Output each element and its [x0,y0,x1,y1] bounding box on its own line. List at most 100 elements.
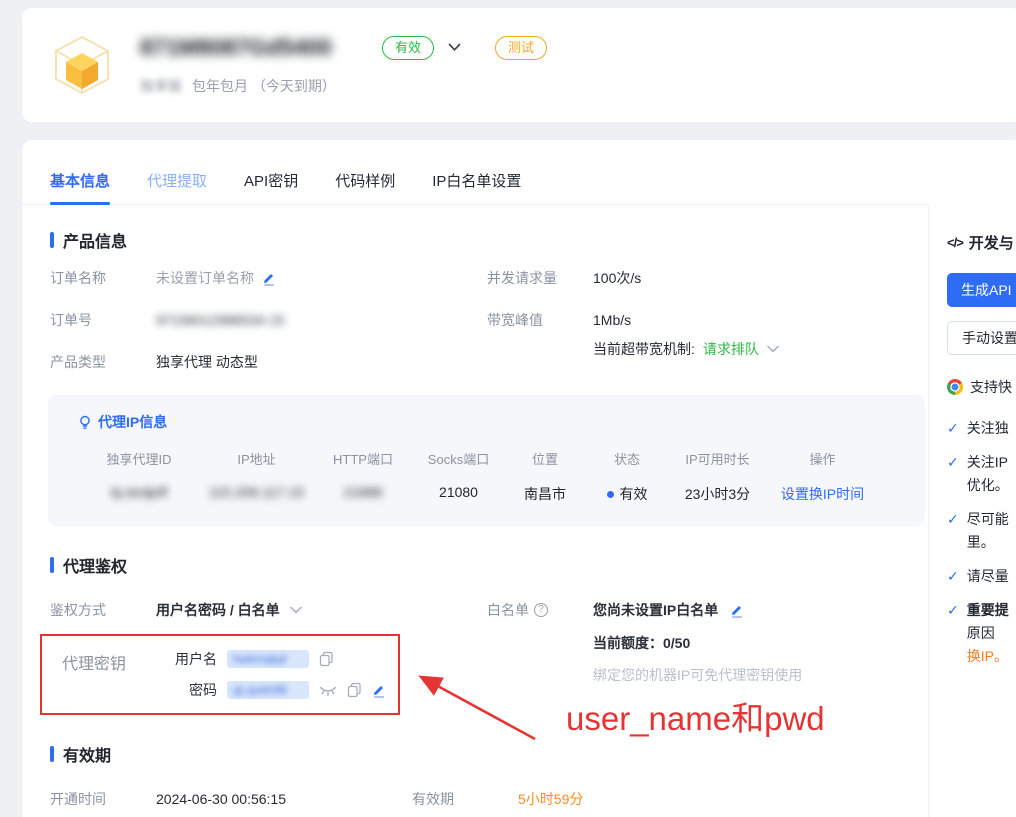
code-brackets-icon: </> [947,235,963,250]
section-bar [50,557,54,573]
field-label: 并发请求量 [487,269,593,287]
dev-sidebar: </> 开发与 生成API 手动设置 支持快 ✓ 关注独 ✓ 关注IP优化。 ✓… [928,206,1016,817]
toggle-password-visibility-icon[interactable] [319,684,337,696]
sidebar-title: 开发与 [969,232,1014,253]
whitelist-quota: 当前额度：0/50 [593,633,802,653]
start-time-label: 开通时间 [50,789,156,809]
check-icon: ✓ [947,599,959,668]
edit-whitelist-icon[interactable] [730,603,744,618]
bandwidth-value: 1Mb/s [593,312,631,328]
col-status: 状态 [586,449,668,468]
remaining-label: 有效期 [412,789,518,809]
col-socks-port: Socks端口 [413,449,504,468]
proxy-ip-table: 独享代理ID IP地址 HTTP端口 Socks端口 位置 状态 IP可用时长 … [78,449,878,504]
proxy-id-masked: bj-dzdjeff [111,484,168,500]
tab-api-key[interactable]: API密钥 [244,170,298,191]
status-badge: 有效 [382,36,434,60]
set-ip-rotation-link[interactable]: 设置换IP时间 [781,486,864,502]
password-value-masked: qLxjvkh96 [227,681,309,699]
tip-item: ✓ 关注独 [947,417,1016,440]
annotation-arrow [405,663,550,748]
field-label: 带宽峰值 [487,311,593,329]
remaining-value: 5小时59分 [518,789,583,809]
tab-ip-whitelist[interactable]: IP白名单设置 [432,170,521,191]
proxy-secret-label: 代理密钥 [62,648,169,701]
tip-item: ✓ 请尽量 [947,565,1016,588]
manual-setup-button[interactable]: 手动设置 [947,321,1016,355]
copy-username-icon[interactable] [319,651,334,667]
field-concurrency: 并发请求量 100次/s [487,269,779,287]
section-validity: 有效期 开通时间 2024-06-30 00:56:15 有效期 5小时59分 [50,745,928,809]
product-fields-right: 并发请求量 100次/s 带宽峰值 1Mb/s 当前超带宽机制: 请求排队 [487,269,779,358]
edit-order-name-icon[interactable] [262,271,276,286]
start-time-value: 2024-06-30 00:56:15 [156,789,286,809]
check-icon: ✓ [947,508,959,554]
password-label: 密码 [169,680,217,700]
proxy-ip-panel: 代理IP信息 独享代理ID IP地址 HTTP端口 Socks端口 位置 状态 … [48,395,925,526]
tip-item: ✓ 尽可能里。 [947,508,1016,554]
over-bandwidth-value[interactable]: 请求排队 [703,340,759,358]
field-label: 订单名称 [50,269,156,287]
detail-tabs: 基本信息 代理提取 API密钥 代码样例 IP白名单设置 [22,140,928,205]
ip-address-masked: 115.209.117.15 [209,484,304,500]
section-title: 代理鉴权 [63,553,127,577]
order-title-masked: 871M8087Gd5400 [140,34,368,61]
row-status-value: 有效 [620,484,648,504]
order-header-info: 871M8087Gd5400 有效 测试 独享版 包年包月 （今天到期） [140,34,547,96]
order-no-masked: 97156012986534 15 [156,311,284,329]
col-ip-duration: IP可用时长 [668,449,767,468]
tab-basic-info[interactable]: 基本信息 [50,170,110,191]
tab-code-samples[interactable]: 代码样例 [335,170,395,191]
password-row: 密码 qLxjvkh96 [169,679,386,701]
order-name-placeholder: 未设置订单名称 [156,269,254,287]
chrome-support-row: 支持快 [947,377,1016,397]
order-header-card: 871M8087Gd5400 有效 测试 独享版 包年包月 （今天到期） [22,8,1016,122]
col-actions: 操作 [767,449,878,468]
auth-method-value[interactable]: 用户名密码 / 白名单 [156,600,280,620]
field-label: 鉴权方式 [50,600,156,620]
chrome-icon [947,379,963,395]
http-port-masked: 21888 [344,484,383,500]
tip-item: ✓ 关注IP优化。 [947,451,1016,497]
bulb-icon [78,415,92,430]
proxy-credentials-highlight-box: 代理密钥 用户名 hwkmqkpl 密码 qLxjvkh96 [40,634,400,715]
tip-item-important: ✓ 重要提原因换IP。 [947,599,1016,668]
section-title: 有效期 [63,742,111,766]
product-fields: 订单名称 未设置订单名称 订单号 97156012986534 15 产品类型 … [50,269,928,371]
copy-password-icon[interactable] [347,682,362,698]
generate-api-button[interactable]: 生成API [947,273,1016,307]
ip-duration-value: 23小时3分 [668,484,767,504]
plan-prefix-masked: 独享版 [140,76,182,96]
section-title: 产品信息 [63,228,127,252]
proxy-ip-table-row: bj-dzdjeff 115.209.117.15 21888 21080 南昌… [78,484,878,504]
whitelist-empty-text: 您尚未设置IP白名单 [593,600,718,620]
username-row: 用户名 hwkmqkpl [169,648,386,670]
check-icon: ✓ [947,417,959,440]
status-chevron-down-icon[interactable] [448,43,461,52]
annotation-text: user_name和pwd [566,692,825,740]
tab-proxy-extract[interactable]: 代理提取 [147,170,207,191]
plan-text: 包年包月 （今天到期） [192,76,336,96]
check-icon: ✓ [947,565,959,588]
proxy-order-detail-page: { "colors": { "accent": "#2e6cf6", "gree… [0,0,1016,817]
field-bandwidth: 带宽峰值 1Mb/s 当前超带宽机制: 请求排队 [487,311,779,358]
col-ip-address: IP地址 [200,449,313,468]
location-value: 南昌市 [504,484,586,504]
check-icon: ✓ [947,451,959,497]
product-cube-icon [50,33,114,97]
test-badge: 测试 [495,36,547,60]
edit-password-icon[interactable] [372,683,386,698]
proxy-ip-panel-title: 代理IP信息 [98,412,167,432]
username-label: 用户名 [169,649,217,669]
status-dot-icon [607,491,614,498]
over-bandwidth-chevron-down-icon[interactable] [767,345,779,353]
section-product-info: 产品信息 [50,231,928,249]
auth-method-chevron-down-icon[interactable] [290,606,302,614]
socks-port-value: 21080 [413,484,504,504]
proxy-ip-table-header: 独享代理ID IP地址 HTTP端口 Socks端口 位置 状态 IP可用时长 … [78,449,878,468]
tips-list: ✓ 关注独 ✓ 关注IP优化。 ✓ 尽可能里。 ✓ 请尽量 ✓ 重要提原因换IP… [947,417,1016,668]
col-location: 位置 [504,449,586,468]
chrome-support-text: 支持快 [970,377,1012,397]
whitelist-help-icon[interactable]: ? [534,603,548,617]
section-bar [50,746,54,762]
